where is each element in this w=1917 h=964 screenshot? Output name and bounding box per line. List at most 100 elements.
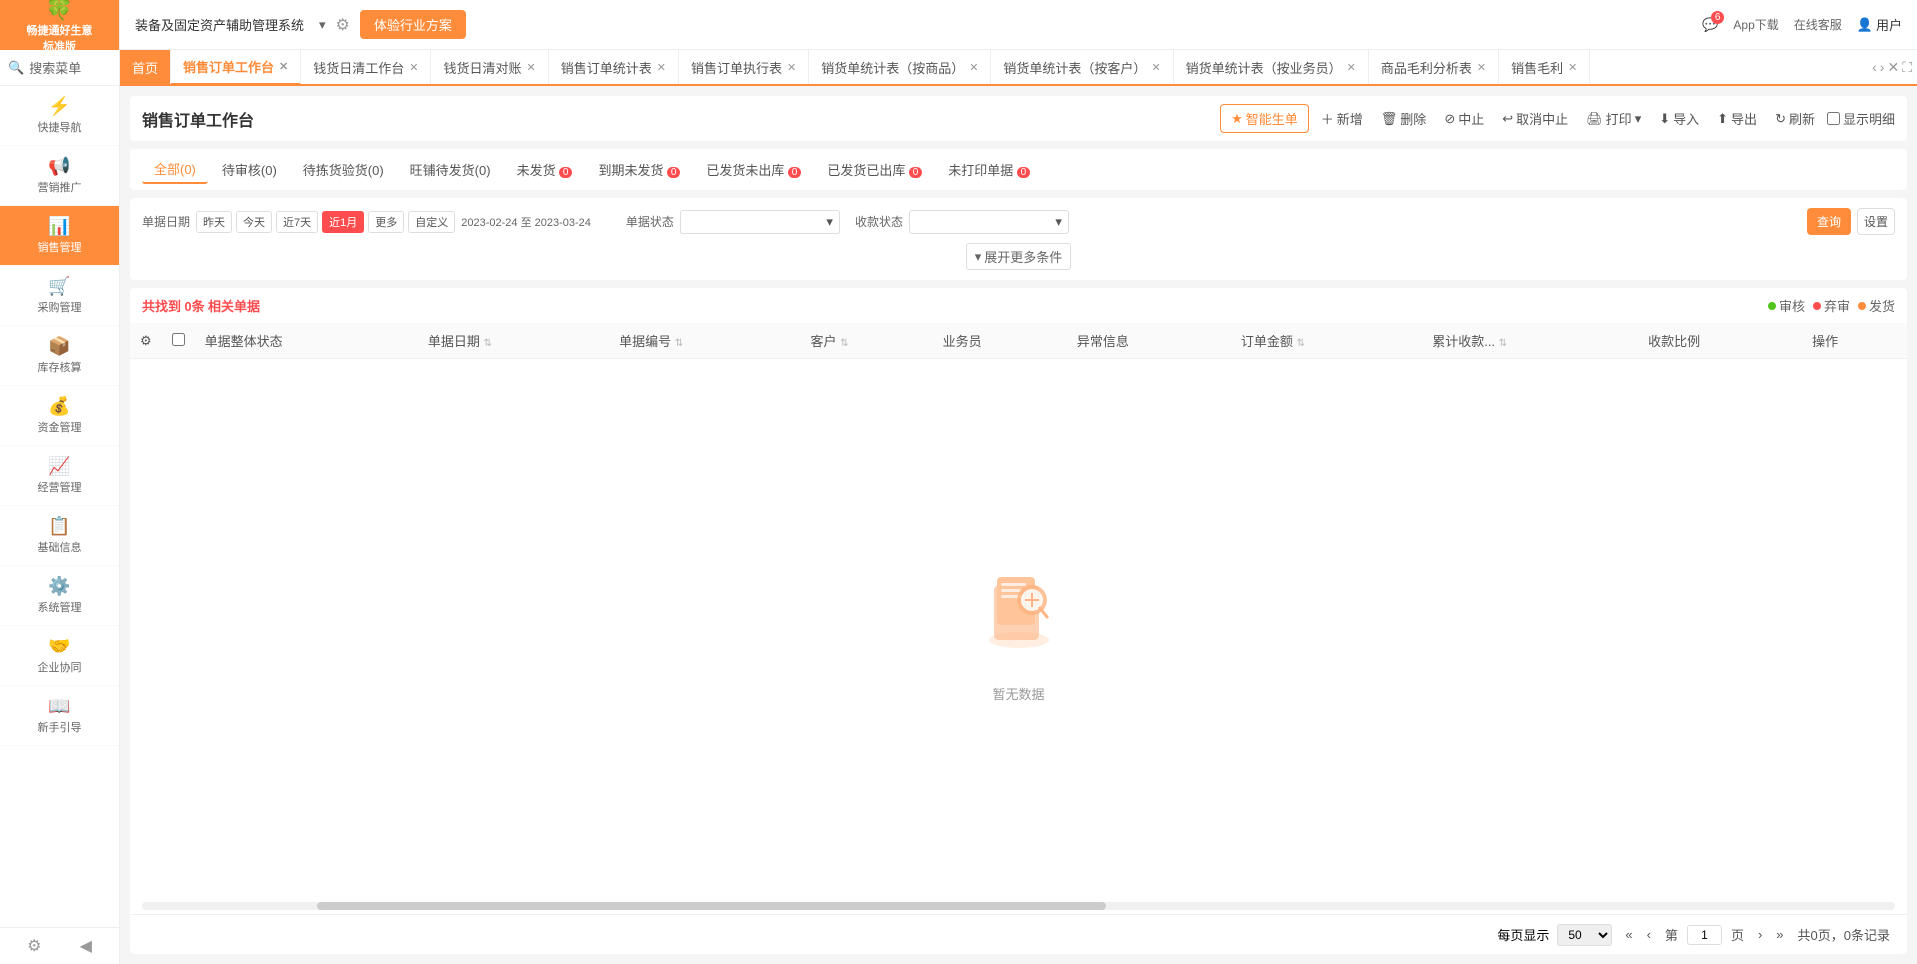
date-btn-yesterday[interactable]: 昨天 <box>196 211 232 233</box>
import-button[interactable]: ⬇ 导入 <box>1653 105 1705 132</box>
col-abnormal[interactable]: 异常信息 <box>1067 323 1231 359</box>
sidebar-item-base[interactable]: 📋 基础信息 <box>0 506 119 566</box>
date-btn-custom[interactable]: 自定义 <box>408 211 455 233</box>
subtab-shipped-out[interactable]: 已发货已出库 0 <box>815 156 934 183</box>
cancel-stop-button[interactable]: ↩ 取消中止 <box>1496 105 1574 132</box>
subtab-not-printed[interactable]: 未打印单据 0 <box>936 156 1042 183</box>
next-page-button[interactable]: › <box>1753 925 1767 944</box>
tab-sales-exec[interactable]: 销售订单执行表 ✕ <box>679 50 809 85</box>
subtab-all[interactable]: 全部(0) <box>142 155 208 184</box>
date-btn-today[interactable]: 今天 <box>236 211 272 233</box>
tab-cash-daily-close[interactable]: ✕ <box>409 61 418 74</box>
tab-home[interactable]: 首页 <box>120 50 171 85</box>
tab-sales-exec-close[interactable]: ✕ <box>787 61 796 74</box>
tab-sales-profit[interactable]: 销售毛利 ✕ <box>1499 50 1590 85</box>
tab-cash-daily[interactable]: 钱货日清工作台 ✕ <box>301 50 431 85</box>
settings-gear-icon[interactable]: ⚙ <box>27 936 41 956</box>
tab-summary-customer[interactable]: 销货单统计表（按客户） ✕ <box>991 50 1173 85</box>
smart-create-button[interactable]: ★ 智能生单 <box>1220 104 1309 133</box>
sidebar-item-operation[interactable]: 📈 经营管理 <box>0 446 119 506</box>
tab-sales-profit-close[interactable]: ✕ <box>1568 61 1577 74</box>
col-customer[interactable]: 客户 ⇅ <box>800 323 932 359</box>
query-button[interactable]: 查询 <box>1807 208 1851 235</box>
sidebar-item-system[interactable]: ⚙️ 系统管理 <box>0 566 119 626</box>
col-settings[interactable]: ⚙ <box>130 323 162 359</box>
tab-cash-reconcile-close[interactable]: ✕ <box>527 61 536 74</box>
sidebar-item-sales[interactable]: 📊 销售管理 <box>0 206 119 266</box>
add-button[interactable]: ＋ 新增 <box>1315 105 1369 132</box>
tab-summary-product-close[interactable]: ✕ <box>969 61 978 74</box>
sidebar-item-cooperation[interactable]: 🤝 企业协同 <box>0 626 119 686</box>
message-icon[interactable]: 💬 6 <box>1702 17 1718 33</box>
sidebar-search[interactable]: 🔍 搜索菜单 <box>0 50 119 86</box>
subtab-pending-inspect[interactable]: 待拣货验货(0) <box>291 156 396 183</box>
tab-cash-reconcile[interactable]: 钱货日清对账 ✕ <box>431 50 548 85</box>
collapse-icon[interactable]: ◀ <box>80 936 92 956</box>
prev-page-button[interactable]: ‹ <box>1642 925 1656 944</box>
first-page-button[interactable]: « <box>1620 925 1637 944</box>
page-number-input[interactable] <box>1687 925 1722 945</box>
tab-summary-staff[interactable]: 销货单统计表（按业务员） ✕ <box>1174 50 1369 85</box>
tab-summary-customer-close[interactable]: ✕ <box>1151 61 1160 74</box>
settings-filter-button[interactable]: 设置 <box>1857 208 1895 235</box>
online-service-link[interactable]: 在线客服 <box>1794 16 1842 33</box>
date-btn-1month[interactable]: 近1月 <box>322 211 364 233</box>
tab-gross-profit[interactable]: 商品毛利分析表 ✕ <box>1369 50 1499 85</box>
col-staff[interactable]: 业务员 <box>933 323 1067 359</box>
tab-scroll-left-icon[interactable]: ‹ <box>1872 59 1877 75</box>
tab-close-all-icon[interactable]: ✕ <box>1887 59 1899 76</box>
page-size-select[interactable]: 50 10 20 100 <box>1557 924 1612 946</box>
export-button[interactable]: ⬆ 导出 <box>1711 105 1763 132</box>
user-menu[interactable]: 👤 用户 <box>1857 15 1902 34</box>
settings-icon[interactable]: ⚙ <box>336 15 350 35</box>
tab-sales-stats[interactable]: 销售订单统计表 ✕ <box>549 50 679 85</box>
col-checkbox[interactable] <box>162 323 195 359</box>
subtab-not-shipped[interactable]: 未发货 0 <box>505 156 585 183</box>
col-amount[interactable]: 订单金额 ⇅ <box>1231 323 1422 359</box>
industry-solution-button[interactable]: 体验行业方案 <box>360 10 466 39</box>
col-number[interactable]: 单据编号 ⇅ <box>609 323 800 359</box>
sidebar-item-quick-nav[interactable]: ⚡ 快捷导航 <box>0 86 119 146</box>
col-status[interactable]: 单据整体状态 <box>195 323 418 359</box>
last-page-button[interactable]: » <box>1771 925 1788 944</box>
subtab-wangpu[interactable]: 旺铺待发货(0) <box>398 156 503 183</box>
show-detail-input[interactable] <box>1827 112 1840 125</box>
tab-sales-workbench-close[interactable]: ✕ <box>279 60 288 73</box>
tab-gross-profit-close[interactable]: ✕ <box>1477 61 1486 74</box>
tab-sales-stats-close[interactable]: ✕ <box>657 61 666 74</box>
sidebar-item-purchase[interactable]: 🛒 采购管理 <box>0 266 119 326</box>
cancel-review-action-button[interactable]: 弃审 <box>1813 296 1850 315</box>
sidebar-item-marketing[interactable]: 📢 营销推广 <box>0 146 119 206</box>
subtab-expired[interactable]: 到期未发货 0 <box>586 156 692 183</box>
review-action-button[interactable]: 审核 <box>1768 296 1805 315</box>
subtab-pending-review[interactable]: 待审核(0) <box>210 156 289 183</box>
col-ratio[interactable]: 收款比例 <box>1638 323 1802 359</box>
delete-button[interactable]: 🗑 删除 <box>1375 105 1433 132</box>
tab-sales-workbench[interactable]: 销售订单工作台 ✕ <box>171 50 301 85</box>
show-detail-checkbox[interactable]: 显示明细 <box>1827 109 1895 128</box>
sidebar-item-guide[interactable]: 📖 新手引导 <box>0 686 119 746</box>
print-button[interactable]: 🖨 打印 ▾ <box>1580 105 1647 132</box>
filter-status-select[interactable]: ▾ <box>680 210 840 234</box>
ship-action-button[interactable]: 发货 <box>1858 296 1895 315</box>
stop-button[interactable]: ⊘ 中止 <box>1438 105 1490 132</box>
tab-scroll-right-icon[interactable]: › <box>1880 59 1885 75</box>
sidebar-item-inventory[interactable]: 📦 库存核算 <box>0 326 119 386</box>
expand-filter-button[interactable]: ▾ 展开更多条件 <box>966 243 1072 270</box>
filter-payment-select[interactable]: ▾ <box>909 210 1069 234</box>
col-collected[interactable]: 累计收款... ⇅ <box>1422 323 1638 359</box>
scrollbar-thumb[interactable] <box>317 902 1106 910</box>
tab-summary-staff-close[interactable]: ✕ <box>1347 61 1356 74</box>
app-download-link[interactable]: App下载 <box>1733 16 1778 33</box>
select-all-checkbox[interactable] <box>172 333 185 346</box>
system-dropdown[interactable]: ▾ <box>319 17 326 33</box>
col-date[interactable]: 单据日期 ⇅ <box>418 323 609 359</box>
tab-summary-product[interactable]: 销货单统计表（按商品） ✕ <box>809 50 991 85</box>
subtab-shipped-not-out[interactable]: 已发货未出库 0 <box>694 156 813 183</box>
date-btn-more[interactable]: 更多 <box>368 211 404 233</box>
sidebar-item-finance[interactable]: 💰 资金管理 <box>0 386 119 446</box>
tab-maximize-icon[interactable]: ⛶ <box>1902 59 1912 76</box>
horizontal-scrollbar[interactable] <box>142 902 1895 910</box>
refresh-button[interactable]: ↻ 刷新 <box>1769 105 1821 132</box>
date-btn-7days[interactable]: 近7天 <box>276 211 318 233</box>
